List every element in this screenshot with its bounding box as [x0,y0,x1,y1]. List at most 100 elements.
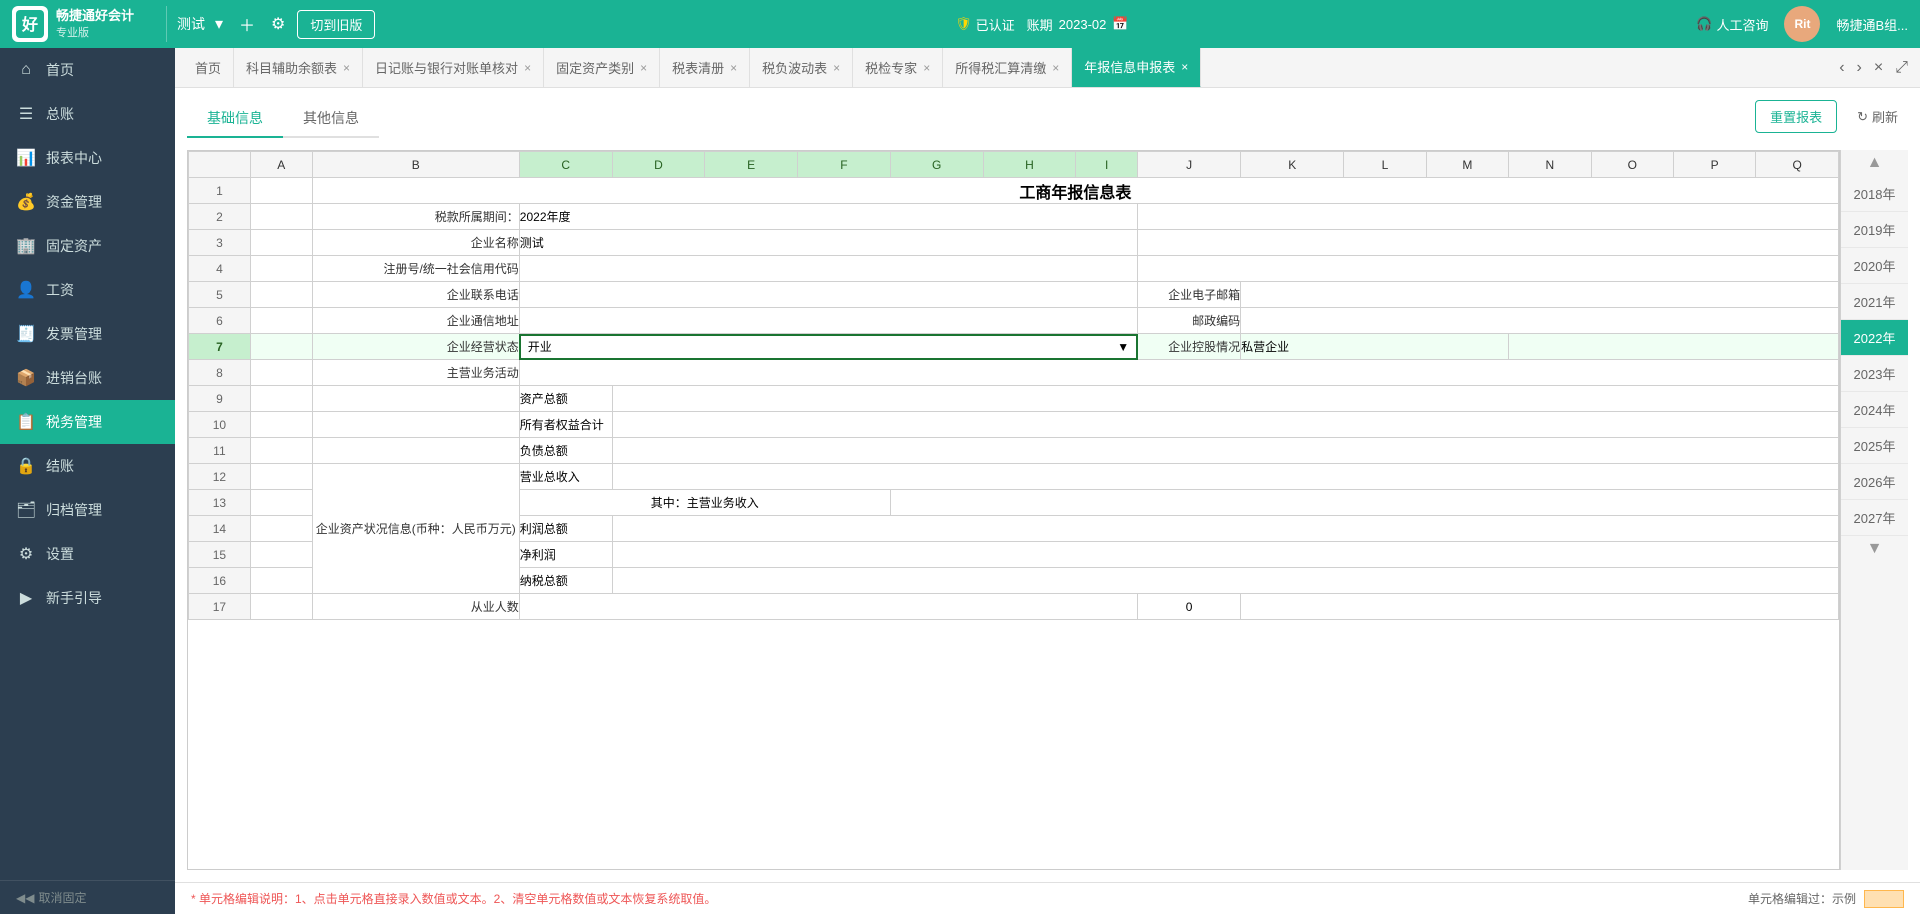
row5-c[interactable] [519,282,1137,308]
row11-d[interactable] [612,438,1838,464]
year-nav-down[interactable]: ▼ [1863,536,1887,562]
col-q[interactable]: Q [1756,152,1839,178]
year-2020[interactable]: 2020年 [1841,248,1908,284]
reset-btn[interactable]: 重置报表 [1755,100,1837,133]
service-btn[interactable]: 🎧 人工咨询 [1696,15,1768,34]
year-2024[interactable]: 2024年 [1841,392,1908,428]
tab-tax-report[interactable]: 税表清册 × [660,48,750,88]
year-2023[interactable]: 2023年 [1841,356,1908,392]
tab-auxiliary-close[interactable]: × [343,61,350,75]
user-avatar[interactable]: Rit [1784,6,1820,42]
col-k[interactable]: K [1241,152,1344,178]
sidebar-item-invoice[interactable]: 🧾 发票管理 [0,312,175,356]
sidebar-item-archive[interactable]: 🗂 归档管理 [0,488,175,532]
row17-k[interactable] [1241,594,1839,620]
row4-c[interactable] [519,256,1137,282]
tab-tax-expert[interactable]: 税检专家 × [853,48,943,88]
col-h[interactable]: H [983,152,1076,178]
sidebar-item-ledger[interactable]: ☰ 总账 [0,92,175,136]
tab-home[interactable]: 首页 [183,48,234,88]
dropdown-btn[interactable]: ▾ [211,10,227,38]
unpin-btn[interactable]: ◀◀ 取消固定 [0,880,175,914]
col-e[interactable]: E [705,152,798,178]
sidebar-item-report[interactable]: 📊 报表中心 [0,136,175,180]
col-j[interactable]: J [1138,152,1241,178]
tab-close-all-btn[interactable]: × [1870,55,1887,81]
row13-d[interactable]: 其中：主营业务收入 [519,490,890,516]
row14-d[interactable] [612,516,1838,542]
year-2026[interactable]: 2026年 [1841,464,1908,500]
row16-d[interactable] [612,568,1838,594]
refresh-btn[interactable]: ↻ 刷新 [1847,100,1908,133]
tab-expand-btn[interactable]: ⤢ [1891,55,1912,81]
tab-fixed-asset-type-close[interactable]: × [640,61,647,75]
row12-c[interactable]: 营业总收入 [519,464,612,490]
col-c[interactable]: C [519,152,612,178]
sidebar-item-closing[interactable]: 🔒 结账 [0,444,175,488]
sidebar-item-inventory[interactable]: 📦 进销台账 [0,356,175,400]
tab-prev-btn[interactable]: ‹ [1835,55,1848,81]
col-a[interactable]: A [250,152,312,178]
tab-journal-close[interactable]: × [524,61,531,75]
title-cell[interactable]: 工商年报信息表 [312,178,1838,204]
tab-annual-report-close[interactable]: × [1181,60,1188,74]
row11-c[interactable]: 负债总额 [519,438,612,464]
year-2019[interactable]: 2019年 [1841,212,1908,248]
tab-auxiliary[interactable]: 科目辅助余额表 × [234,48,363,88]
col-b[interactable]: B [312,152,519,178]
tab-annual-report[interactable]: 年报信息申报表 × [1072,48,1201,88]
tab-next-btn[interactable]: › [1853,55,1866,81]
row7-b[interactable]: 企业经营状态 [312,334,519,360]
row10-c[interactable]: 所有者权益合计 [519,412,612,438]
row7-j[interactable]: 企业控股情况 [1138,334,1241,360]
year-2025[interactable]: 2025年 [1841,428,1908,464]
sub-tab-other[interactable]: 其他信息 [283,100,379,138]
tab-income-tax[interactable]: 所得税汇算清缴 × [943,48,1072,88]
row3-b[interactable]: 企业名称 [312,230,519,256]
row7-c-dropdown[interactable]: 开业 ▼ [519,334,1137,360]
row2-b[interactable]: 税款所属期间： [312,204,519,230]
tab-tax-fluctuation[interactable]: 税负波动表 × [750,48,853,88]
tab-fixed-asset-type[interactable]: 固定资产类别 × [544,48,660,88]
col-d[interactable]: D [612,152,705,178]
sidebar-item-guide[interactable]: ▶ 新手引导 [0,576,175,620]
row12-d[interactable] [612,464,1838,490]
col-m[interactable]: M [1426,152,1508,178]
calendar-icon[interactable]: 📅 [1112,16,1128,32]
add-btn[interactable]: ＋ [235,8,259,40]
row17-b[interactable]: 从业人数 [312,594,519,620]
tab-tax-expert-close[interactable]: × [923,61,930,75]
col-g[interactable]: G [890,152,983,178]
row3-c[interactable]: 测试 [519,230,1137,256]
row6-b[interactable]: 企业通信地址 [312,308,519,334]
row17-c[interactable] [519,594,1137,620]
sidebar-item-home[interactable]: ⌂ 首页 [0,48,175,92]
row5-j[interactable]: 企业电子邮箱 [1138,282,1241,308]
year-2018[interactable]: 2018年 [1841,176,1908,212]
col-f[interactable]: F [798,152,891,178]
year-2027[interactable]: 2027年 [1841,500,1908,536]
row6-k[interactable] [1241,308,1839,334]
row5-b[interactable]: 企业联系电话 [312,282,519,308]
sidebar-item-fund[interactable]: 💰 资金管理 [0,180,175,224]
col-n[interactable]: N [1509,152,1591,178]
row5-k[interactable] [1241,282,1839,308]
row16-c[interactable]: 纳税总额 [519,568,612,594]
sidebar-item-tax[interactable]: 📋 税务管理 [0,400,175,444]
sidebar-item-payroll[interactable]: 👤 工资 [0,268,175,312]
tab-tax-fluctuation-close[interactable]: × [833,61,840,75]
year-2021[interactable]: 2021年 [1841,284,1908,320]
row8-c[interactable] [519,360,1838,386]
tab-tax-report-close[interactable]: × [730,61,737,75]
row10-d[interactable] [612,412,1838,438]
switch-old-btn[interactable]: 切到旧版 [297,10,375,39]
col-p[interactable]: P [1673,152,1755,178]
tab-journal[interactable]: 日记账与银行对账单核对 × [363,48,544,88]
row13-h[interactable] [890,490,1838,516]
col-l[interactable]: L [1344,152,1426,178]
row9-c[interactable]: 资产总额 [519,386,612,412]
row15-c[interactable]: 净利润 [519,542,612,568]
settings-btn[interactable]: ⚙ [267,10,289,38]
year-2022[interactable]: 2022年 [1841,320,1908,356]
row2-c[interactable]: 2022年度 [519,204,1137,230]
